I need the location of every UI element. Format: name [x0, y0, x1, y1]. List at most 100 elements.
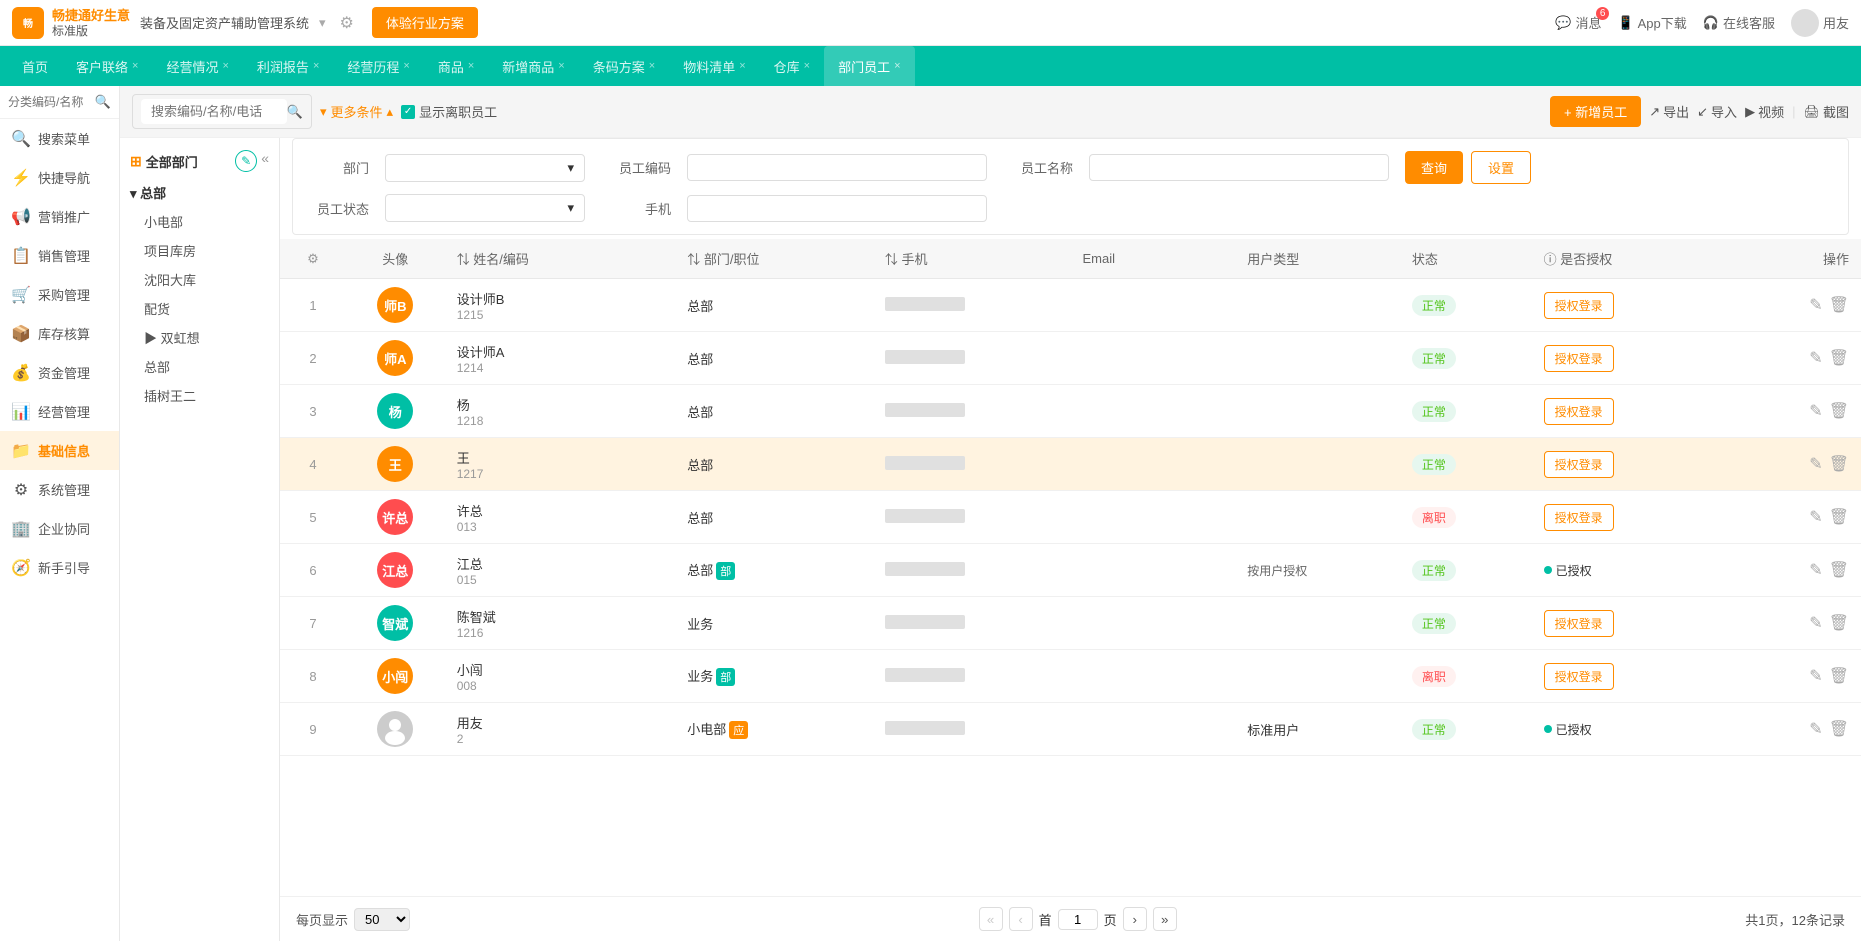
search-box[interactable]: 🔍 [132, 94, 312, 129]
sidebar-item-purchase[interactable]: 🛒采购管理 [0, 275, 119, 314]
col-header-settings[interactable]: ⚙ [280, 239, 346, 279]
delete-button[interactable]: 🗑 [1829, 560, 1849, 580]
edit-button[interactable]: ✎ [1809, 507, 1822, 527]
close-icon[interactable]: × [739, 60, 745, 72]
delete-button[interactable]: 🗑 [1829, 719, 1849, 739]
search-input[interactable] [141, 99, 287, 124]
tab-goods[interactable]: 商品 × [424, 46, 488, 86]
auth-login-button[interactable]: 授权登录 [1544, 398, 1614, 425]
next-page-button[interactable]: › [1123, 907, 1147, 931]
user-action[interactable]: 用友 [1791, 9, 1849, 37]
edit-button[interactable]: ✎ [1809, 348, 1822, 368]
sidebar-item-sales[interactable]: 📋销售管理 [0, 236, 119, 275]
dropdown-icon[interactable]: ▾ [319, 15, 326, 31]
prev-page-button[interactable]: ‹ [1009, 907, 1033, 931]
edit-button[interactable]: ✎ [1809, 613, 1822, 633]
close-icon[interactable]: × [894, 60, 900, 72]
auth-login-button[interactable]: 授权登录 [1544, 663, 1614, 690]
auth-login-button[interactable]: 授权登录 [1544, 610, 1614, 637]
sidebar-item-inventory[interactable]: 📦库存核算 [0, 314, 119, 353]
col-header-name[interactable]: ⇅ 姓名/编码 [445, 239, 676, 279]
tab-operations[interactable]: 经营情况 × [152, 46, 242, 86]
dept-select[interactable]: ▾ [385, 154, 585, 182]
dept-node-shuanghui[interactable]: ▶ 双虹想 [120, 323, 279, 352]
dept-node-zongbu[interactable]: ▾ 总部 [120, 178, 279, 207]
emp-status-select[interactable]: ▾ [385, 194, 585, 222]
view-button[interactable]: ▶ 视频 [1745, 102, 1784, 121]
col-header-dept[interactable]: ⇅ 部门/职位 [675, 239, 873, 279]
query-button[interactable]: 查询 [1405, 151, 1463, 184]
delete-button[interactable]: 🗑 [1829, 454, 1849, 474]
close-icon[interactable]: × [313, 60, 319, 72]
page-size-select[interactable]: 50 100 200 [354, 908, 410, 931]
dept-edit-button[interactable]: ✎ [235, 150, 257, 172]
auth-login-button[interactable]: 授权登录 [1544, 504, 1614, 531]
edit-button[interactable]: ✎ [1809, 454, 1822, 474]
tab-history[interactable]: 经营历程 × [333, 46, 423, 86]
sidebar-item-system[interactable]: ⚙系统管理 [0, 470, 119, 509]
reset-button[interactable]: 设置 [1471, 151, 1531, 184]
tab-employee[interactable]: 部门员工 × [824, 46, 914, 86]
import-button[interactable]: ↙ 导入 [1697, 102, 1737, 121]
delete-button[interactable]: 🗑 [1829, 295, 1849, 315]
tab-barcode[interactable]: 条码方案 × [579, 46, 669, 86]
message-action[interactable]: 💬 消息 6 [1555, 13, 1601, 32]
col-header-phone[interactable]: ⇅ 手机 [873, 239, 1071, 279]
dept-node-zongbu2[interactable]: 总部 [120, 352, 279, 381]
sidebar-search-input[interactable] [8, 95, 91, 109]
emp-name-input[interactable] [1089, 154, 1389, 181]
print-button[interactable]: 🖨 截图 [1803, 102, 1849, 121]
sidebar-item-operation[interactable]: 📊经营管理 [0, 392, 119, 431]
support-action[interactable]: 🎧 在线客服 [1703, 13, 1775, 32]
close-icon[interactable]: × [804, 60, 810, 72]
page-number-input[interactable] [1058, 909, 1098, 930]
delete-button[interactable]: 🗑 [1829, 401, 1849, 421]
sidebar-item-finance[interactable]: 💰资金管理 [0, 353, 119, 392]
phone-input[interactable] [687, 195, 987, 222]
auth-login-button[interactable]: 授权登录 [1544, 345, 1614, 372]
sidebar-item-marketing[interactable]: 📢营销推广 [0, 197, 119, 236]
sidebar-item-search[interactable]: 🔍搜索菜单 [0, 119, 119, 158]
app-download-action[interactable]: 📱 App下载 [1617, 13, 1686, 32]
filter-button[interactable]: ▾ 更多条件 ▴ [320, 102, 393, 121]
dept-node-xiaodiandept[interactable]: 小电部 [120, 207, 279, 236]
dept-node-peihuo[interactable]: 配货 [120, 294, 279, 323]
close-icon[interactable]: × [558, 60, 564, 72]
edit-button[interactable]: ✎ [1809, 719, 1822, 739]
delete-button[interactable]: 🗑 [1829, 666, 1849, 686]
add-employee-button[interactable]: + 新增员工 [1550, 96, 1641, 127]
edit-button[interactable]: ✎ [1809, 401, 1822, 421]
dept-node-projectroom[interactable]: 项目库房 [120, 236, 279, 265]
first-page-button[interactable]: « [979, 907, 1003, 931]
delete-button[interactable]: 🗑 [1829, 507, 1849, 527]
show-resigned-toggle[interactable]: ✓ 显示离职员工 [401, 102, 497, 121]
sidebar-item-company[interactable]: 🏢企业协同 [0, 509, 119, 548]
settings-icon[interactable]: ⚙ [340, 13, 354, 33]
delete-button[interactable]: 🗑 [1829, 348, 1849, 368]
edit-button[interactable]: ✎ [1809, 560, 1822, 580]
close-icon[interactable]: × [649, 60, 655, 72]
last-page-button[interactable]: » [1153, 907, 1177, 931]
dept-node-puji[interactable]: 插树王二 [120, 381, 279, 410]
dept-collapse-button[interactable]: « [261, 150, 269, 172]
tab-home[interactable]: 首页 [8, 46, 62, 86]
tab-material[interactable]: 物料清单 × [669, 46, 759, 86]
trial-button[interactable]: 体验行业方案 [372, 7, 478, 38]
close-icon[interactable]: × [132, 60, 138, 72]
emp-code-input[interactable] [687, 154, 987, 181]
tab-newgoods[interactable]: 新增商品 × [488, 46, 578, 86]
sidebar-item-quick[interactable]: ⚡快捷导航 [0, 158, 119, 197]
edit-button[interactable]: ✎ [1809, 295, 1822, 315]
delete-button[interactable]: 🗑 [1829, 613, 1849, 633]
close-icon[interactable]: × [222, 60, 228, 72]
edit-button[interactable]: ✎ [1809, 666, 1822, 686]
tab-profit[interactable]: 利润报告 × [243, 46, 333, 86]
export-button[interactable]: ↗ 导出 [1649, 102, 1689, 121]
close-icon[interactable]: × [468, 60, 474, 72]
auth-login-button[interactable]: 授权登录 [1544, 292, 1614, 319]
sidebar-item-guide[interactable]: 🧭新手引导 [0, 548, 119, 587]
auth-login-button[interactable]: 授权登录 [1544, 451, 1614, 478]
close-icon[interactable]: × [403, 60, 409, 72]
sidebar-item-basic[interactable]: 📁基础信息 [0, 431, 119, 470]
tab-warehouse[interactable]: 仓库 × [760, 46, 824, 86]
